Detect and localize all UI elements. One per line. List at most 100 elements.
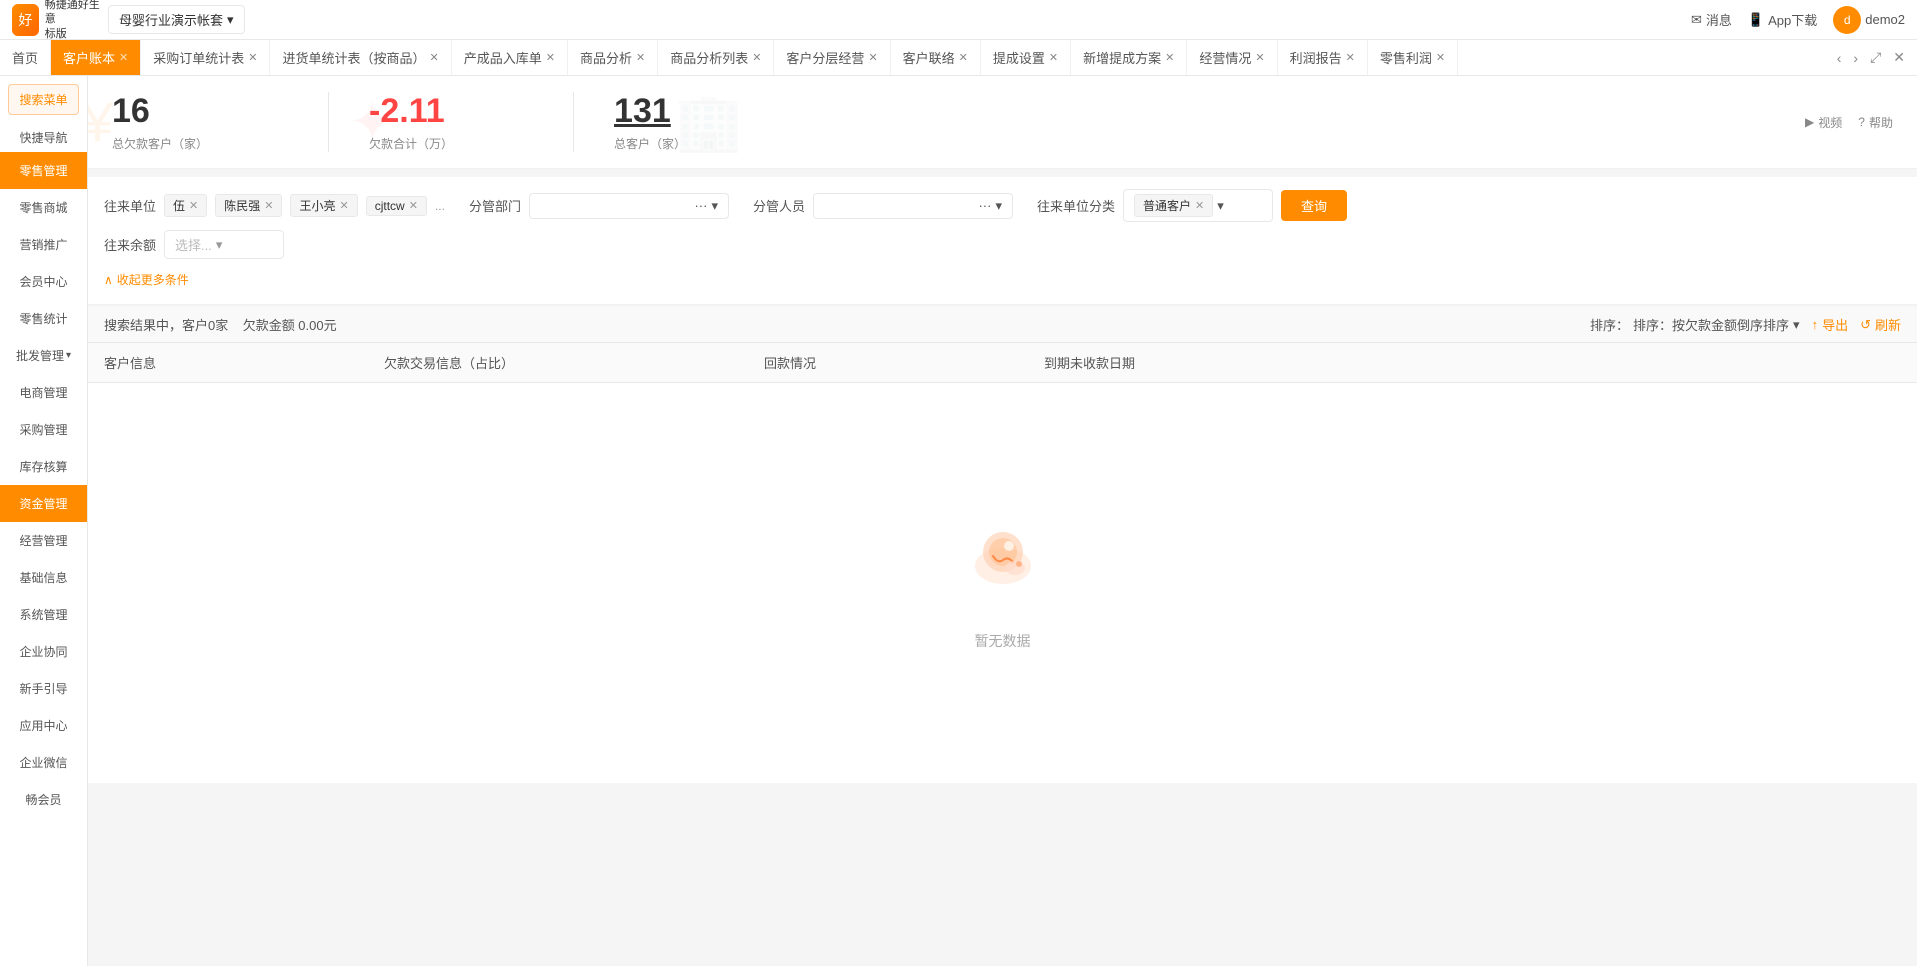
chevron-down-icon: ▾ [66,350,71,361]
content-area: ¥ 16 总欠款客户（家） ✦ -2.11 欠款合计（万） 🏢 131 总客户（… [88,76,1917,966]
remove-tag-unit-2[interactable]: ✕ [264,199,273,212]
stats-row: ¥ 16 总欠款客户（家） ✦ -2.11 欠款合计（万） 🏢 131 总客户（… [88,76,1917,169]
quick-nav-button[interactable]: 快捷导航 [0,123,87,152]
close-tab-purchase-stats-by-product[interactable]: ✕ [430,51,439,64]
sidebar-item-operations[interactable]: 经营管理 [0,522,87,559]
sidebar-item-retail-stats[interactable]: 零售统计 [0,300,87,337]
tab-expand-icon[interactable]: ⤢ [1866,47,1885,68]
close-tab-retail-profit[interactable]: ✕ [1436,51,1445,64]
tab-profit-report[interactable]: 利润报告 ✕ [1278,40,1368,76]
sidebar-item-inventory[interactable]: 库存核算 [0,448,87,485]
sidebar-item-ecommerce[interactable]: 电商管理 [0,374,87,411]
tab-product-inbound[interactable]: 产成品入库单 ✕ [452,40,568,76]
sidebar-item-finance[interactable]: 资金管理 [0,485,87,522]
remove-tag-unit-1[interactable]: ✕ [189,199,198,212]
tab-product-analysis[interactable]: 商品分析 ✕ [568,40,658,76]
logo-icon: 好 [12,4,39,36]
tab-actions: ‹ › ⤢ ✕ [1825,47,1917,68]
chevron-down-icon-2: ▾ [995,198,1002,214]
tab-retail-profit[interactable]: 零售利润 ✕ [1368,40,1458,76]
filter-tag-unit-3: 王小亮 ✕ [290,194,357,217]
tab-next-icon[interactable]: › [1849,48,1862,68]
filter-balance-label: 往来余额 [104,235,156,254]
empty-state: 暂无数据 [963,456,1043,711]
help-button[interactable]: ? 帮助 [1858,114,1893,131]
stat-value-1: 16 [112,92,208,131]
results-bar: 搜索结果中，客户0家 欠款金额 0.00元 排序： 排序：按欠款金额倒序排序 ▾… [88,307,1917,343]
export-icon: ↑ [1812,317,1819,332]
tab-purchase-stats-by-product[interactable]: 进货单统计表（按商品） ✕ [270,40,451,76]
sidebar-item-app-center[interactable]: 应用中心 [0,707,87,744]
tab-new-commission-plan[interactable]: 新增提成方案 ✕ [1071,40,1187,76]
close-tab-product-inbound[interactable]: ✕ [546,51,555,64]
query-button[interactable]: 查询 [1281,190,1347,221]
filter-area: 往来单位 伍 ✕ 陈民强 ✕ 王小亮 ✕ cjttcw ✕ ... [88,177,1917,305]
collapse-button[interactable]: ∧ 收起更多条件 [104,267,1901,292]
close-tab-customer-contact[interactable]: ✕ [959,51,968,64]
remove-tag-category-1[interactable]: ✕ [1195,199,1204,212]
sort-select[interactable]: 排序： 排序：按欠款金额倒序排序 ▾ [1590,315,1800,334]
close-tab-new-commission-plan[interactable]: ✕ [1165,51,1174,64]
tab-customer-ledger[interactable]: 客户账本 ✕ [51,40,141,76]
video-help-button[interactable]: ▶ 视频 [1805,114,1842,131]
app-download-button[interactable]: 📱 App下载 [1748,10,1817,29]
close-tab-commission-settings[interactable]: ✕ [1049,51,1058,64]
filter-more-tags[interactable]: ... [435,199,445,213]
chevron-up-icon: ∧ [104,273,113,287]
sidebar-item-member-center[interactable]: 会员中心 [0,263,87,300]
filter-person-select[interactable]: ··· ▾ [813,193,1013,219]
tab-home[interactable]: 首页 [0,40,51,76]
close-tab-operations[interactable]: ✕ [1255,51,1264,64]
stat-divider-2 [573,92,574,152]
tab-close-all-icon[interactable]: ✕ [1889,47,1909,68]
sidebar-item-member-club[interactable]: 畅会员 [0,781,87,818]
tab-product-analysis-list[interactable]: 商品分析列表 ✕ [658,40,774,76]
close-tab-profit-report[interactable]: ✕ [1346,51,1355,64]
close-tab-customer-ledger[interactable]: ✕ [119,51,128,64]
sidebar-item-enterprise-wechat[interactable]: 企业微信 [0,744,87,781]
col-overdue-info: 欠款交易信息（占比） [384,353,764,372]
remove-tag-unit-4[interactable]: ✕ [409,199,418,212]
sidebar-item-retail-mall[interactable]: 零售商城 [0,189,87,226]
sidebar-item-enterprise-collab[interactable]: 企业协同 [0,633,87,670]
filter-dept-label: 分管部门 [469,196,521,215]
chevron-down-icon-4: ▾ [216,237,223,253]
chevron-down-icon: ▾ [711,198,718,214]
refresh-button[interactable]: ↺ 刷新 [1860,315,1901,334]
tab-customer-contact[interactable]: 客户联络 ✕ [891,40,981,76]
close-tab-purchase-order-stats[interactable]: ✕ [248,51,257,64]
store-selector[interactable]: 母婴行业演示帐套 ▾ [108,5,245,34]
tab-purchase-order-stats[interactable]: 采购订单统计表 ✕ [141,40,270,76]
filter-category-select[interactable]: 普通客户 ✕ ▾ [1123,189,1273,222]
sidebar-item-basic-info[interactable]: 基础信息 [0,559,87,596]
remove-tag-unit-3[interactable]: ✕ [340,199,349,212]
sidebar-item-retail-management[interactable]: 零售管理 [0,152,87,189]
close-tab-product-analysis[interactable]: ✕ [636,51,645,64]
tab-prev-icon[interactable]: ‹ [1833,48,1846,68]
sidebar-item-new-user-guide[interactable]: 新手引导 [0,670,87,707]
tab-commission-settings[interactable]: 提成设置 ✕ [981,40,1071,76]
sidebar-item-system[interactable]: 系统管理 [0,596,87,633]
sidebar-item-wholesale[interactable]: 批发管理 ▾ [0,337,87,374]
tab-operations[interactable]: 经营情况 ✕ [1187,40,1277,76]
close-tab-product-analysis-list[interactable]: ✕ [752,51,761,64]
filter-balance-select[interactable]: 选择... ▾ [164,230,284,259]
filter-dept-select[interactable]: ··· ▾ [529,193,729,219]
export-button[interactable]: ↑ 导出 [1812,315,1849,334]
search-menu-button[interactable]: 搜索菜单 [8,84,79,115]
message-button[interactable]: ✉ 消息 [1691,10,1732,29]
filter-person-label: 分管人员 [753,196,805,215]
empty-text: 暂无数据 [975,631,1031,651]
stat-divider-1 [328,92,329,152]
sidebar-item-marketing[interactable]: 营销推广 [0,226,87,263]
close-tab-customer-tier[interactable]: ✕ [868,51,877,64]
sidebar-item-purchase[interactable]: 采购管理 [0,411,87,448]
tab-customer-tier[interactable]: 客户分层经营 ✕ [774,40,890,76]
stats-actions: ▶ 视频 ? 帮助 [1805,114,1893,131]
logo-area: 好 畅捷通好生意 标版 [12,0,100,41]
user-menu[interactable]: d demo2 [1833,6,1905,34]
more-icon-2: ··· [978,198,991,213]
filter-unit-label: 往来单位 [104,196,156,215]
filter-tag-unit-2: 陈民强 ✕ [215,194,282,217]
logo-text: 畅捷通好生意 标版 [45,0,100,41]
